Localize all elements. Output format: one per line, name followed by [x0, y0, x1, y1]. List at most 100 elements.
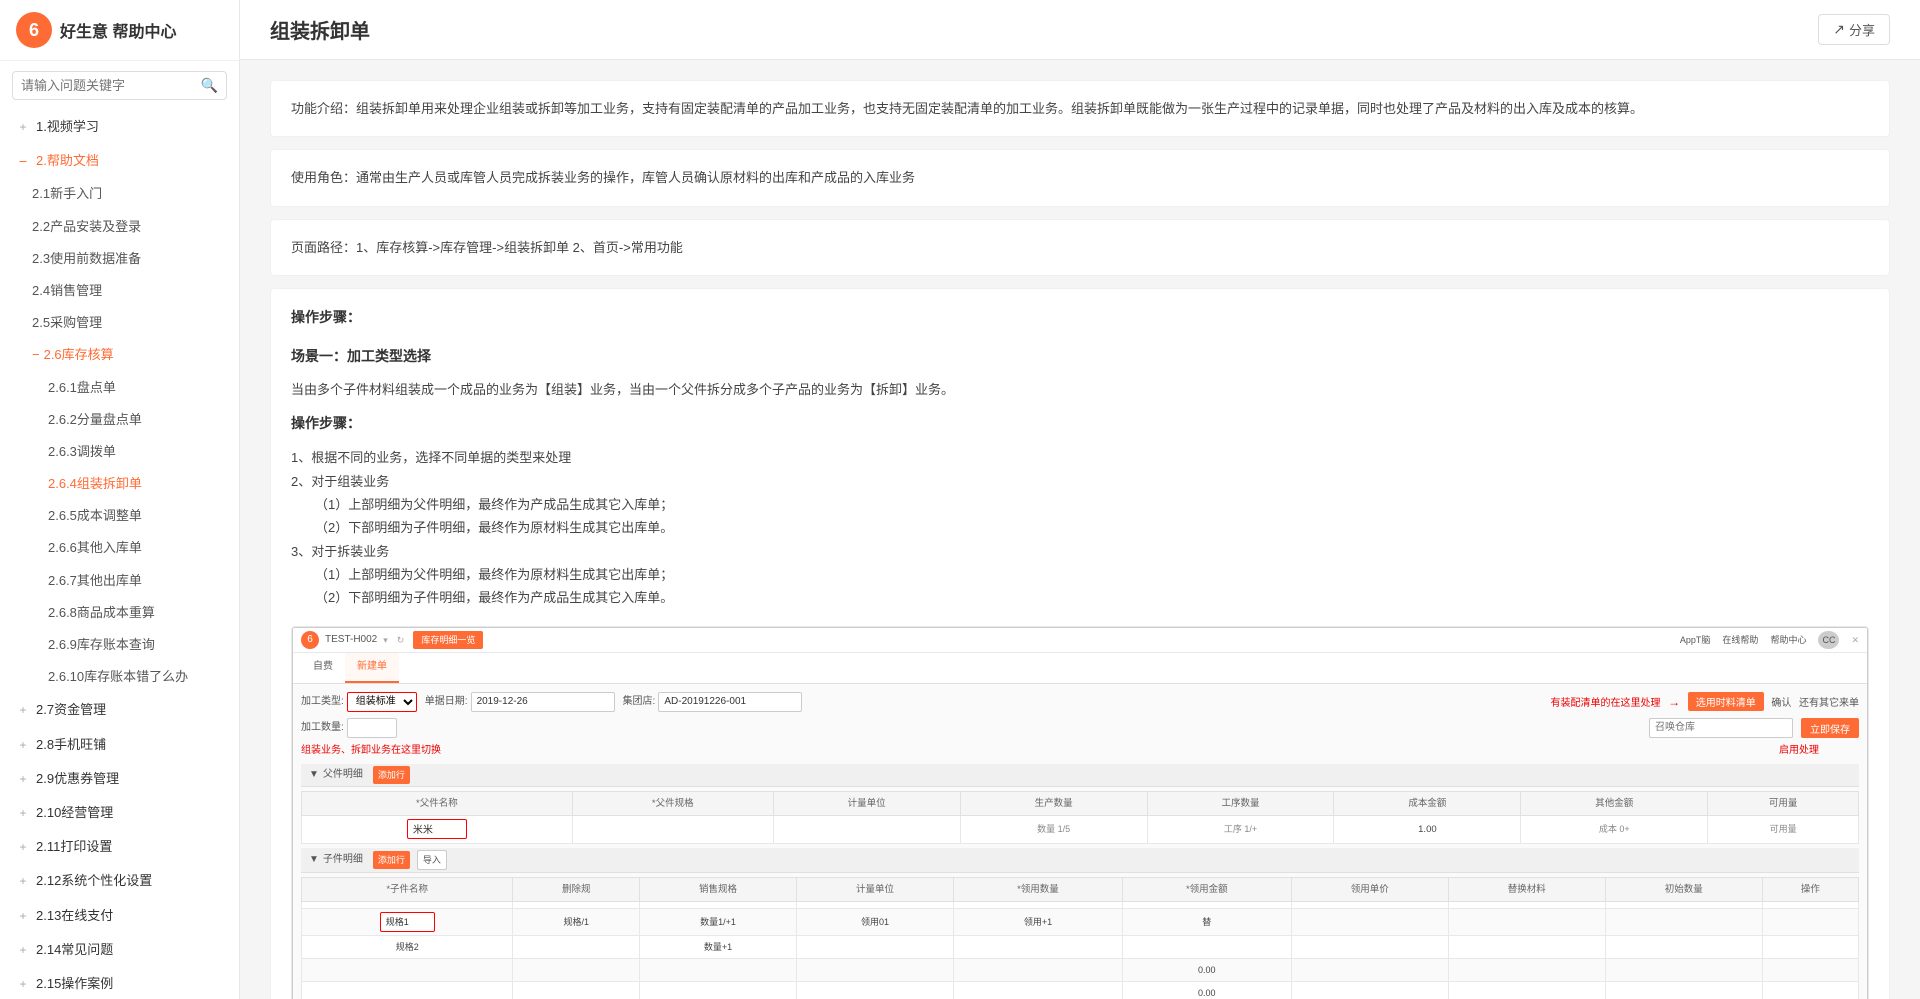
mock-date-input[interactable]: [471, 692, 615, 712]
mock-col-process-qty: 工序数量: [1147, 791, 1334, 815]
search-icon[interactable]: 🔍: [201, 77, 218, 94]
sidebar-item-mobile[interactable]: + 2.8手机旺铺: [0, 728, 239, 762]
mock-cell-parent: [302, 815, 573, 843]
mock-inventory-btn[interactable]: 库存明细一览: [413, 631, 483, 649]
annotation-bom: 有装配清单的在这里处理: [1551, 698, 1661, 709]
mock-save-btn[interactable]: 立即保存: [1801, 718, 1859, 738]
search-input[interactable]: [21, 78, 201, 93]
mock-form-row-2: 加工数量: 立即保存: [301, 718, 1859, 738]
mock-col-prod-qty: 生产数量: [960, 791, 1147, 815]
sidebar-item-sales-mgmt[interactable]: 2.4销售管理: [0, 275, 239, 307]
sidebar-item-purchase-mgmt[interactable]: 2.5采购管理: [0, 307, 239, 339]
mock-tab-2[interactable]: 新建单: [345, 653, 399, 683]
mock-date-group: 单据日期:: [425, 692, 615, 712]
mock-col-parent-spec: *父件规格: [572, 791, 773, 815]
page-title: 组装拆卸单: [270, 15, 370, 44]
sidebar-item-print[interactable]: + 2.11打印设置: [0, 830, 239, 864]
plus-icon-finance: +: [16, 703, 30, 717]
mock-upper-section: ▼ 父件明细 添加行: [301, 764, 1859, 787]
mock-col-unit-price: 领用单价: [1291, 877, 1448, 901]
mock-process-select[interactable]: 组装标准 拆卸标准: [347, 692, 417, 712]
plus-icon-case: +: [16, 977, 30, 991]
sidebar-item-system[interactable]: + 2.12系统个性化设置: [0, 864, 239, 898]
role-block: 使用角色：通常由生产人员或库管人员完成拆装业务的操作，库管人员确认原材料的出库和…: [270, 149, 1890, 206]
role-text: 使用角色：通常由生产人员或库管人员完成拆装业务的操作，库管人员确认原材料的出库和…: [291, 166, 1869, 189]
mock-import-btn[interactable]: 导入: [417, 850, 447, 870]
step1: 1、根据不同的业务，选择不同单据的类型来处理: [291, 446, 1869, 469]
plus-icon-coupon: +: [16, 772, 30, 786]
sidebar-item-case[interactable]: + 2.15操作案例: [0, 967, 239, 999]
sidebar-item-cost-adjust[interactable]: 2.6.5成本调整单: [16, 500, 239, 532]
mock-col-del-spec: 删除规: [513, 877, 640, 901]
mock-col-use-amt: *领用金额: [1122, 877, 1291, 901]
mock-tab2-label: 新建单: [357, 661, 387, 672]
mock-shop-input[interactable]: [658, 692, 802, 712]
sidebar-item-install-login[interactable]: 2.2产品安装及登录: [0, 211, 239, 243]
main-content: 组装拆卸单 ↗ 分享 功能介绍：组装拆卸单用来处理企业组装或拆卸等加工业务，支持…: [240, 0, 1920, 999]
mock-other-action: 还有其它来单: [1799, 698, 1859, 709]
search-box[interactable]: 🔍: [12, 71, 227, 100]
sidebar-item-data-prep[interactable]: 2.3使用前数据准备: [0, 243, 239, 275]
mock-qty-input[interactable]: [347, 718, 397, 738]
table-row: 规格/1 数量1/+1 领用01 领用+1 替: [302, 908, 1859, 935]
mock-col-avail: 可用量: [1708, 791, 1859, 815]
step3-1: （1）上部明细为父件明细，最终作为原材料生成其它出库单；: [291, 563, 1869, 586]
sidebar-item-inventory-check[interactable]: 2.6.1盘点单: [16, 372, 239, 404]
mock-select-bom-btn[interactable]: 选用时料清单: [1688, 692, 1764, 711]
annotation-assembly-switch: 组装业务、拆卸业务在这里切换: [301, 742, 441, 760]
sidebar-item-inventory[interactable]: − 2.6库存核算: [0, 339, 239, 371]
mock-warehouse-input[interactable]: [1649, 718, 1793, 738]
ops-steps-label: 操作步骤：: [291, 411, 1869, 436]
sidebar-nav: + 1.视频学习 − 2.帮助文档 2.1新手入门 2.2产品安装及登录 2.3…: [0, 110, 239, 999]
sidebar-item-finance[interactable]: + 2.7资金管理: [0, 693, 239, 727]
mock-add-btn-lower[interactable]: 添加行: [373, 851, 410, 869]
mock-tab1-label: 自费: [313, 661, 333, 672]
mock-process-label: 加工类型:: [301, 693, 344, 711]
mock-parent-input[interactable]: [407, 819, 467, 839]
mock-tab-1[interactable]: 自费: [301, 653, 345, 683]
sidebar-item-help-docs[interactable]: − 2.帮助文档: [0, 144, 239, 178]
plus-icon-mobile: +: [16, 738, 30, 752]
sidebar-item-video-learning[interactable]: + 1.视频学习: [0, 110, 239, 144]
mock-ui: 6 TEST-H002 ▾ ↻ 库存明细一览 AppT脑 在线帮助 帮助中心 C…: [292, 627, 1868, 999]
sidebar-item-coupon[interactable]: + 2.9优惠券管理: [0, 762, 239, 796]
sidebar-item-cost-recalc[interactable]: 2.6.8商品成本重算: [16, 597, 239, 629]
sidebar-item-newcomer[interactable]: 2.1新手入门: [0, 178, 239, 210]
mock-add-btn-upper[interactable]: 添加行: [373, 766, 410, 784]
sidebar-item-other-outbound[interactable]: 2.6.7其他出库单: [16, 565, 239, 597]
step2-2: （2）下部明细为子件明细，最终作为原材料生成其它出库单。: [291, 516, 1869, 539]
sidebar-item-other-inbound[interactable]: 2.6.6其他入库单: [16, 532, 239, 564]
sidebar-item-ops-mgmt[interactable]: + 2.10经营管理: [0, 796, 239, 830]
sidebar-item-inventory-error[interactable]: 2.6.10库存账本错了么办: [16, 661, 239, 693]
sidebar-item-inventory-ledger[interactable]: 2.6.9库存账本查询: [16, 629, 239, 661]
minus-icon: −: [16, 154, 30, 168]
sidebar-item-assembly[interactable]: 2.6.4组装拆卸单: [16, 468, 239, 500]
main-header: 组装拆卸单 ↗ 分享: [240, 0, 1920, 60]
mock-shop-label: 集团店:: [623, 693, 656, 711]
mock-qty-group: 加工数量:: [301, 718, 397, 738]
mock-close-icon[interactable]: ✕: [1851, 632, 1859, 648]
sidebar-item-partial-check[interactable]: 2.6.2分量盘点单: [16, 404, 239, 436]
plus-icon-pay: +: [16, 909, 30, 923]
mock-help-center-btn: 帮助中心: [1770, 632, 1806, 648]
plus-icon-system: +: [16, 874, 30, 888]
mock-process-type: 加工类型: 组装标准 拆卸标准: [301, 692, 417, 712]
path-block: 页面路径：1、库存核算->库存管理->组装拆卸单 2、首页->常用功能: [270, 219, 1890, 276]
sidebar-item-faq[interactable]: + 2.14常见问题: [0, 933, 239, 967]
mock-body: 加工类型: 组装标准 拆卸标准 单据日期:: [293, 684, 1867, 999]
scene1-desc: 当由多个子件材料组装成一个成品的业务为【组装】业务，当由一个父件拆分成多个子产品…: [291, 378, 1869, 401]
mock-form-area: 加工类型: 组装标准 拆卸标准 单据日期:: [293, 684, 1867, 999]
mock-child-input-1[interactable]: [380, 912, 435, 932]
path-text: 页面路径：1、库存核算->库存管理->组装拆卸单 2、首页->常用功能: [291, 236, 1869, 259]
table-row: 0.00: [302, 958, 1859, 981]
sidebar-item-transfer[interactable]: 2.6.3调拨单: [16, 436, 239, 468]
sidebar-item-online-pay[interactable]: + 2.13在线支付: [0, 899, 239, 933]
plus-icon-ops: +: [16, 806, 30, 820]
mock-form-row-1: 加工类型: 组装标准 拆卸标准 单据日期:: [301, 690, 1859, 714]
intro-block: 功能介绍：组装拆卸单用来处理企业组装或拆卸等加工业务，支持有固定装配清单的产品加…: [270, 80, 1890, 137]
logo-icon: 6: [16, 12, 52, 48]
share-button[interactable]: ↗ 分享: [1818, 14, 1890, 45]
mock-dropdown-icon: ▾: [383, 632, 388, 648]
mock-tab-bar: 自费 新建单: [293, 653, 1867, 684]
mock-col-other-amt: 其他金额: [1521, 791, 1708, 815]
